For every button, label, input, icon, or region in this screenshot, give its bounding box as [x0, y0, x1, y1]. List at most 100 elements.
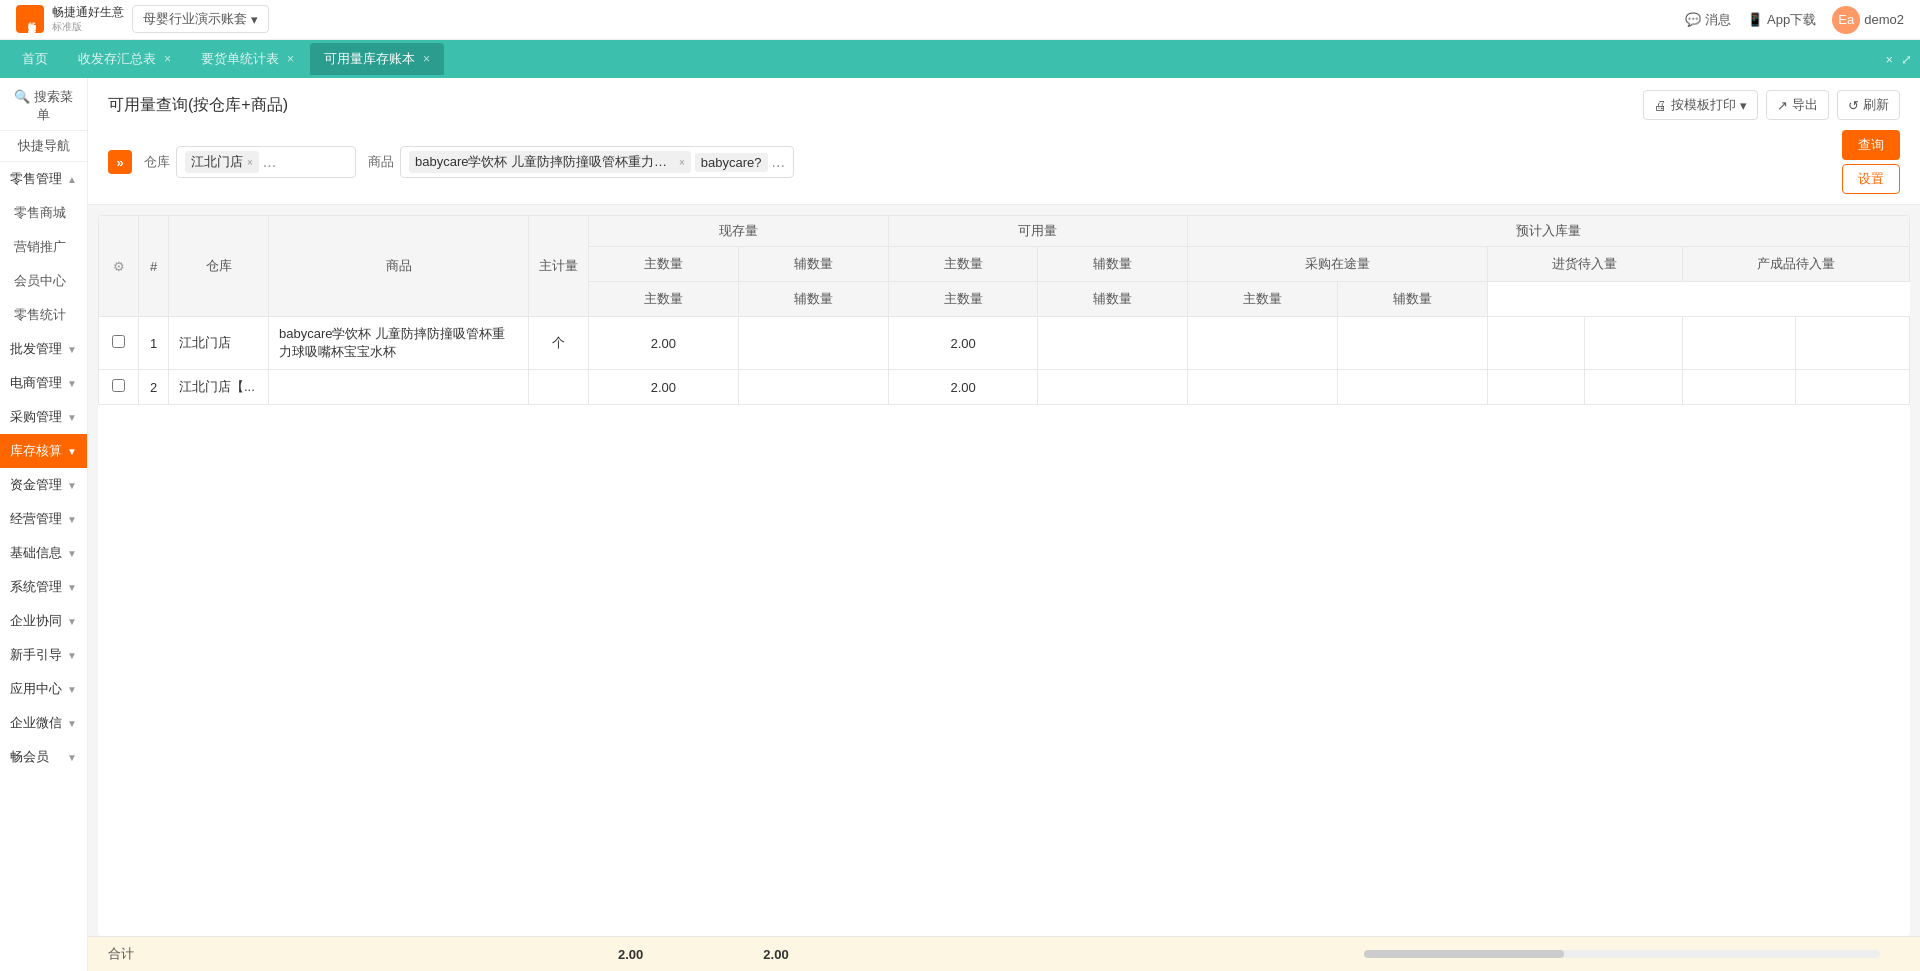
brand-info: 畅捷通好生意 标准版: [52, 5, 124, 33]
tab-available-stock[interactable]: 可用量库存账本 ×: [310, 43, 444, 75]
avatar: Ea: [1832, 6, 1860, 34]
product-more-icon[interactable]: ...: [772, 153, 785, 171]
row-inbound-pending-main: [1487, 370, 1584, 405]
sidebar-item-retail-stats[interactable]: 零售统计: [0, 298, 87, 332]
filter-bar: » 仓库 江北门店 × ... 商品 babycare学饮杯 儿童防摔防撞吸管杯…: [88, 120, 1920, 205]
warehouse-filter-input[interactable]: 江北门店 × ...: [176, 146, 356, 178]
query-button[interactable]: 查询: [1842, 130, 1900, 160]
sidebar-section-finance: 资金管理 ▼: [0, 468, 87, 502]
order-tab-label: 要货单统计表: [201, 50, 279, 68]
tab-home[interactable]: 首页: [8, 43, 62, 75]
sidebar-section-inventory: 库存核算 ▼: [0, 434, 87, 468]
col-gear[interactable]: ⚙: [99, 216, 139, 317]
sidebar-header-wechat[interactable]: 企业微信 ▼: [0, 706, 87, 740]
chevron-down-icon: ▾: [1740, 98, 1747, 113]
sidebar-header-system[interactable]: 系统管理 ▼: [0, 570, 87, 604]
message-button[interactable]: 💬 消息: [1685, 11, 1731, 29]
col-available: 可用量: [888, 216, 1188, 247]
refresh-button[interactable]: ↺ 刷新: [1837, 90, 1900, 120]
chevron-icon: ▼: [67, 480, 77, 491]
sidebar-header-purchase[interactable]: 采购管理 ▼: [0, 400, 87, 434]
sidebar-section-enterprise: 企业协同 ▼: [0, 604, 87, 638]
sidebar-header-operation[interactable]: 经营管理 ▼: [0, 502, 87, 536]
tab-close-receipt[interactable]: ×: [164, 52, 171, 66]
logo-icon: 畅捷通好生意: [16, 5, 44, 33]
top-bar: 畅捷通好生意 畅捷通好生意 标准版 母婴行业演示账套 ▾ 💬 消息 📱 App下…: [0, 0, 1920, 40]
expand-icon[interactable]: ⤢: [1901, 52, 1912, 67]
chevron-icon: ▼: [67, 616, 77, 627]
sidebar-section-operation: 经营管理 ▼: [0, 502, 87, 536]
sidebar-quick-nav[interactable]: 快捷导航: [0, 131, 87, 162]
row-stock-main: 2.00: [589, 317, 739, 370]
product-filter-group: 商品 babycare学饮杯 儿童防摔防撞吸管杯重力球吸嘴杯宝宝水杯 × bab…: [368, 146, 794, 178]
horizontal-scrollbar[interactable]: [1364, 950, 1880, 958]
user-menu[interactable]: Ea demo2: [1832, 6, 1904, 34]
home-tab-label: 首页: [22, 50, 48, 68]
tab-receipt-summary[interactable]: 收发存汇总表 ×: [64, 43, 185, 75]
print-icon: 🖨: [1654, 98, 1667, 113]
close-all-icon[interactable]: ×: [1885, 52, 1893, 67]
warehouse-more-icon[interactable]: ...: [263, 153, 276, 171]
app-download-label: App下载: [1767, 11, 1816, 29]
row-inbound-pending-aux: [1585, 317, 1682, 370]
footer-label: 合计: [108, 945, 168, 963]
chevron-icon: ▼: [67, 514, 77, 525]
export-icon: ↗: [1777, 98, 1788, 113]
sidebar-section-purchase: 采购管理 ▼: [0, 400, 87, 434]
sidebar-section-system: 系统管理 ▼: [0, 570, 87, 604]
sidebar-header-newguide[interactable]: 新手引导 ▼: [0, 638, 87, 672]
refresh-icon: ↺: [1848, 98, 1859, 113]
sidebar-header-wholesale[interactable]: 批发管理 ▼: [0, 332, 87, 366]
page-actions: 🖨 按模板打印 ▾ ↗ 导出 ↺ 刷新: [1643, 90, 1900, 120]
sidebar-header-appcenter[interactable]: 应用中心 ▼: [0, 672, 87, 706]
print-button[interactable]: 🖨 按模板打印 ▾: [1643, 90, 1758, 120]
row-warehouse: 江北门店【...: [169, 370, 269, 405]
col-production-pending-main: 主数量: [1188, 282, 1338, 317]
sidebar-item-retail-mall[interactable]: 零售商城: [0, 196, 87, 230]
sidebar-item-marketing[interactable]: 营销推广: [0, 230, 87, 264]
search-icon: 🔍: [14, 89, 30, 104]
sidebar-header-retail[interactable]: 零售管理 ▲: [0, 162, 87, 196]
product-tag2: babycare?: [695, 153, 768, 172]
col-production-pending-aux: 辅数量: [1338, 282, 1488, 317]
row-purchase-transit-main: [1188, 317, 1338, 370]
industry-selector[interactable]: 母婴行业演示账套 ▾: [132, 5, 269, 33]
col-stock-aux: 辅数量: [738, 247, 888, 282]
sidebar-header-enterprise[interactable]: 企业协同 ▼: [0, 604, 87, 638]
tab-order-stats[interactable]: 要货单统计表 ×: [187, 43, 308, 75]
chevron-icon: ▲: [67, 174, 77, 185]
sidebar-search[interactable]: 🔍 搜索菜单: [0, 78, 87, 131]
row-checkbox[interactable]: [99, 370, 139, 405]
app-download-button[interactable]: 📱 App下载: [1747, 11, 1816, 29]
message-label: 消息: [1705, 11, 1731, 29]
tab-bar: 首页 收发存汇总表 × 要货单统计表 × 可用量库存账本 × × ⤢: [0, 40, 1920, 78]
col-inbound-pending: 进货待入量: [1487, 247, 1682, 282]
tab-close-available[interactable]: ×: [423, 52, 430, 66]
chevron-down-icon: ▾: [251, 12, 258, 27]
sidebar-header-basic[interactable]: 基础信息 ▼: [0, 536, 87, 570]
sidebar-section-newguide: 新手引导 ▼: [0, 638, 87, 672]
data-table: ⚙ # 仓库 商品 主计量 现存量: [98, 215, 1910, 405]
row-warehouse: 江北门店: [169, 317, 269, 370]
tab-close-order[interactable]: ×: [287, 52, 294, 66]
sidebar-header-inventory[interactable]: 库存核算 ▼: [0, 434, 87, 468]
sidebar-section-ecommerce: 电商管理 ▼: [0, 366, 87, 400]
sidebar-header-member[interactable]: 畅会员 ▼: [0, 740, 87, 774]
expand-filter-button[interactable]: »: [108, 150, 132, 174]
brand-sub: 标准版: [52, 20, 124, 34]
row-checkbox[interactable]: [99, 317, 139, 370]
sidebar-header-ecommerce[interactable]: 电商管理 ▼: [0, 366, 87, 400]
sidebar-header-finance[interactable]: 资金管理 ▼: [0, 468, 87, 502]
product-tag1-close[interactable]: ×: [679, 157, 685, 168]
export-button[interactable]: ↗ 导出: [1766, 90, 1829, 120]
chevron-icon: ▼: [67, 412, 77, 423]
row-production-pending-aux: [1796, 370, 1910, 405]
chevron-icon: ▼: [67, 548, 77, 559]
sidebar-item-member-center[interactable]: 会员中心: [0, 264, 87, 298]
setting-button[interactable]: 设置: [1842, 164, 1900, 194]
warehouse-tag-close[interactable]: ×: [247, 157, 253, 168]
warehouse-tag: 江北门店 ×: [185, 151, 259, 173]
warehouse-filter-group: 仓库 江北门店 × ...: [144, 146, 356, 178]
product-filter-input[interactable]: babycare学饮杯 儿童防摔防撞吸管杯重力球吸嘴杯宝宝水杯 × babyca…: [400, 146, 794, 178]
footer-stock-main-val: 2.00: [618, 947, 643, 962]
